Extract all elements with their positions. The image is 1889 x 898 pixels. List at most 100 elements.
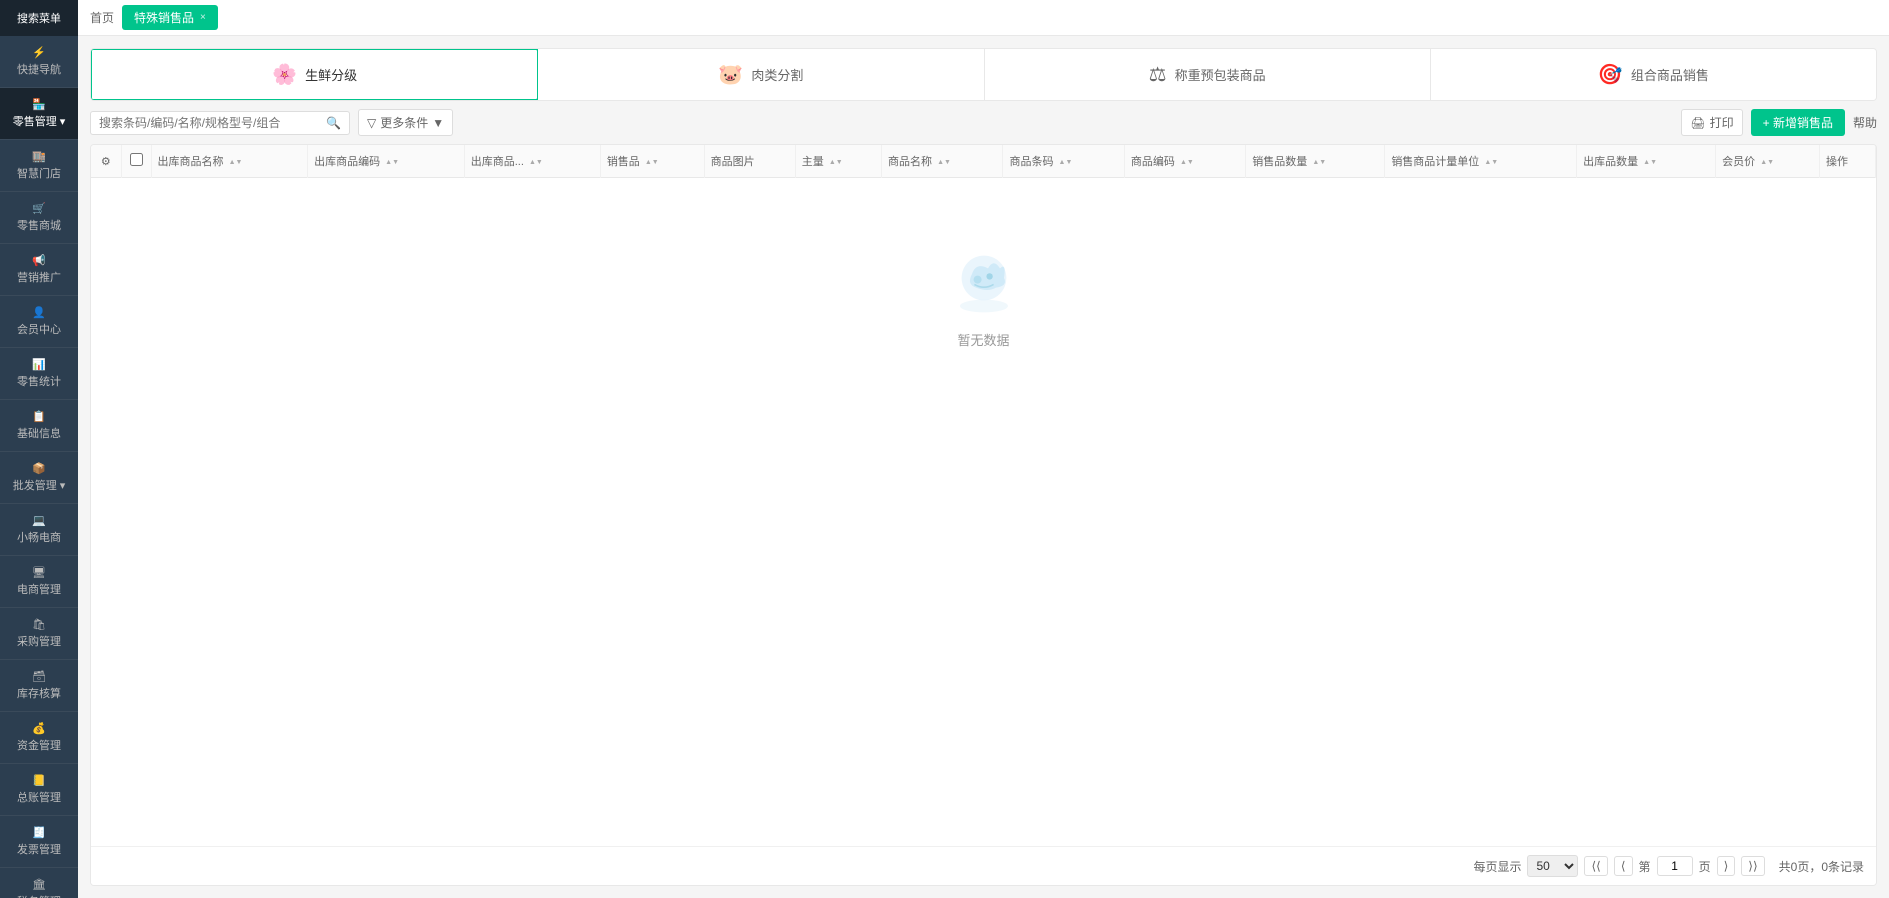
sidebar-item-invoice[interactable]: 🧾 发票管理 <box>0 816 78 868</box>
topbar-home[interactable]: 首页 <box>90 9 114 26</box>
sort-icon[interactable]: ▲▼ <box>1180 159 1194 166</box>
sidebar-item-member[interactable]: 👤 会员中心 <box>0 296 78 348</box>
sort-icon[interactable]: ▲▼ <box>1312 159 1326 166</box>
last-page-button[interactable]: ⟩⟩ <box>1741 856 1764 876</box>
weigh-tab-label: 称重预包装商品 <box>1175 65 1266 84</box>
th-sale-unit: 销售商品计量单位 ▲▼ <box>1385 145 1577 178</box>
sidebar-item-label: 批发管理 ▾ <box>13 477 66 493</box>
pagination: 每页显示 50 10 20 100 ⟨⟨ ⟨ 第 页 ⟩ ⟩⟩ 共0页，0条记录 <box>91 846 1876 885</box>
combo-tab-label: 组合商品销售 <box>1631 65 1709 84</box>
sidebar-item-smartstore[interactable]: 🏬 智慧门店 <box>0 140 78 192</box>
first-page-button[interactable]: ⟨⟨ <box>1584 856 1607 876</box>
sidebar-item-label: 智慧门店 <box>17 165 61 181</box>
th-sale-item: 销售品 ▲▼ <box>600 145 704 178</box>
filter-icon: ▽ <box>367 116 376 130</box>
sidebar-item-ecommerce-small[interactable]: 💻 小畅电商 <box>0 504 78 556</box>
sidebar-item-label: 营销推广 <box>17 269 61 285</box>
retailstats-icon: 📊 <box>32 358 46 371</box>
th-action: 操作 <box>1819 145 1875 178</box>
select-all-checkbox[interactable] <box>130 153 143 166</box>
sidebar: 搜索菜单 ⚡ 快捷导航 🏪 零售管理 ▾ 🏬 智慧门店 🛒 零售商城 📢 营销推… <box>0 0 78 898</box>
per-page-label: 每页显示 <box>1473 858 1521 875</box>
sidebar-logo[interactable]: 搜索菜单 <box>0 0 78 36</box>
sidebar-item-inventory[interactable]: 🗃 库存核算 <box>0 660 78 712</box>
sidebar-item-label: 采购管理 <box>17 633 61 649</box>
sidebar-item-label: 总账管理 <box>17 789 61 805</box>
sidebar-item-tax[interactable]: 🏛 税务管理 <box>0 868 78 898</box>
main-content: 首页 特殊销售品 × 🌸 生鲜分级 🐷 肉类分割 ⚖ 称重预包装商品 🎯 组合商… <box>78 0 1889 898</box>
sort-icon[interactable]: ▲▼ <box>1760 159 1774 166</box>
th-checkbox[interactable] <box>121 145 151 178</box>
print-label: 打印 <box>1710 114 1734 131</box>
per-page-select[interactable]: 50 10 20 100 <box>1527 855 1578 877</box>
sidebar-logo-text: 搜索菜单 <box>17 10 61 26</box>
sidebar-item-marketing[interactable]: 📢 营销推广 <box>0 244 78 296</box>
category-tab-weigh[interactable]: ⚖ 称重预包装商品 <box>985 49 1431 100</box>
filter-button[interactable]: ▽ 更多条件 ▼ <box>358 109 453 136</box>
sidebar-item-label: 零售统计 <box>17 373 61 389</box>
baseinfo1-icon: 📋 <box>32 410 46 423</box>
new-sale-item-button[interactable]: + 新增销售品 <box>1751 109 1845 136</box>
prev-page-button[interactable]: ⟨ <box>1614 856 1633 876</box>
sort-icon[interactable]: ▲▼ <box>229 159 243 166</box>
sidebar-item-label: 基础信息 <box>17 425 61 441</box>
th-goods-name: 商品名称 ▲▼ <box>882 145 1003 178</box>
invoice-icon: 🧾 <box>32 826 46 839</box>
search-input[interactable] <box>99 116 322 130</box>
topbar-tab-special-sales[interactable]: 特殊销售品 × <box>122 5 218 30</box>
sidebar-item-retail[interactable]: 🏪 零售管理 ▾ <box>0 88 78 140</box>
sort-icon[interactable]: ▲▼ <box>829 159 843 166</box>
sidebar-item-retailstats[interactable]: 📊 零售统计 <box>0 348 78 400</box>
next-page-button[interactable]: ⟩ <box>1717 856 1736 876</box>
th-image: 商品图片 <box>704 145 795 178</box>
th-sale-qty: 销售品数量 ▲▼ <box>1246 145 1385 178</box>
weigh-tab-icon: ⚖ <box>1149 62 1167 87</box>
sidebar-item-finance[interactable]: 💰 资金管理 <box>0 712 78 764</box>
sort-icon[interactable]: ▲▼ <box>645 159 659 166</box>
sidebar-item-label: 税务管理 <box>17 893 61 898</box>
th-member-price: 会员价 ▲▼ <box>1716 145 1820 178</box>
finance-icon: 💰 <box>32 722 46 735</box>
page-label-after: 页 <box>1699 858 1711 875</box>
sort-icon[interactable]: ▲▼ <box>937 159 951 166</box>
empty-state: 暂无数据 <box>91 178 1876 409</box>
page-input[interactable] <box>1657 856 1693 876</box>
retail-icon: 🏪 <box>32 98 46 111</box>
sidebar-item-label: 库存核算 <box>17 685 61 701</box>
sidebar-item-ledger[interactable]: 📒 总账管理 <box>0 764 78 816</box>
sidebar-item-ecommerce-mgmt[interactable]: 🖥 电商管理 <box>0 556 78 608</box>
sort-icon[interactable]: ▲▼ <box>1643 159 1657 166</box>
tax-icon: 🏛 <box>32 878 46 891</box>
sort-icon[interactable]: ▲▼ <box>529 159 543 166</box>
fresh-tab-icon: 🌸 <box>272 62 297 87</box>
sidebar-item-purchase[interactable]: 🛍 采购管理 <box>0 608 78 660</box>
sidebar-item-baseinfo1[interactable]: 📋 基础信息 <box>0 400 78 452</box>
mall-icon: 🛒 <box>32 202 46 215</box>
marketing-icon: 📢 <box>32 254 46 267</box>
empty-text: 暂无数据 <box>957 330 1009 349</box>
sort-icon[interactable]: ▲▼ <box>1059 159 1073 166</box>
th-settings[interactable]: ⚙ <box>91 145 121 178</box>
sidebar-item-wholesale[interactable]: 📦 批发管理 ▾ <box>0 452 78 504</box>
print-button[interactable]: 🖨 打印 <box>1681 109 1742 136</box>
category-tab-combo[interactable]: 🎯 组合商品销售 <box>1431 49 1876 100</box>
help-button[interactable]: 帮助 <box>1853 114 1877 131</box>
sidebar-item-label: 电商管理 <box>17 581 61 597</box>
sidebar-item-mall[interactable]: 🛒 零售商城 <box>0 192 78 244</box>
th-out-code: 出库商品编码 ▲▼ <box>308 145 465 178</box>
category-tab-meat[interactable]: 🐷 肉类分割 <box>538 49 984 100</box>
category-tab-fresh[interactable]: 🌸 生鲜分级 <box>90 48 539 101</box>
empty-illustration <box>944 238 1024 318</box>
sidebar-item-label: 会员中心 <box>17 321 61 337</box>
sidebar-item-label: 快捷导航 <box>17 61 61 77</box>
topbar: 首页 特殊销售品 × <box>78 0 1889 36</box>
sort-icon[interactable]: ▲▼ <box>1484 159 1498 166</box>
close-icon[interactable]: × <box>200 12 206 23</box>
wholesale-icon: 📦 <box>32 462 46 475</box>
meat-tab-label: 肉类分割 <box>751 65 803 84</box>
sort-icon[interactable]: ▲▼ <box>385 159 399 166</box>
sidebar-item-quicknav[interactable]: ⚡ 快捷导航 <box>0 36 78 88</box>
pagination-total: 共0页，0条记录 <box>1779 858 1864 875</box>
filter-label: 更多条件 <box>380 114 428 131</box>
search-box[interactable]: 🔍 <box>90 111 350 135</box>
